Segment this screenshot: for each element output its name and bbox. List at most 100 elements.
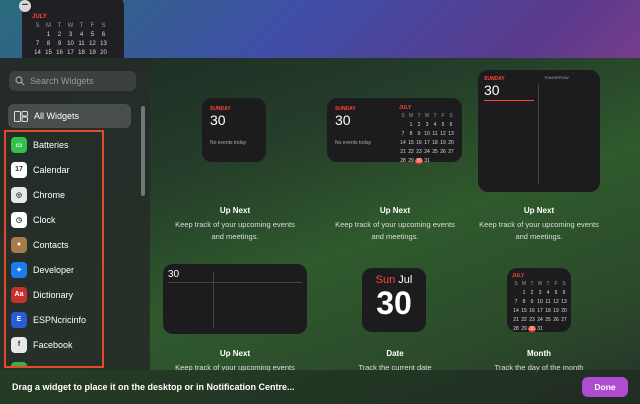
caption-title: Date [386,349,404,358]
calendar-day: 31 [424,158,430,164]
drag-hint: Drag a widget to place it on the desktop… [12,382,295,392]
calendar-day: 11 [78,41,85,47]
calendar-day: 16 [56,50,63,56]
weekday-header: T [79,23,84,29]
done-button[interactable]: Done [582,377,628,397]
sidebar-scrollbar[interactable] [141,106,145,196]
upnext-large-widget[interactable]: SUNDAY 30 TOMORROW [478,70,600,192]
calendar-day: 13 [561,299,567,305]
sidebar-item-contacts[interactable]: ● Contacts [6,232,102,257]
sidebar-item-batteries[interactable]: ▭ Batteries [6,132,102,157]
espncricinfo-app-icon: E [11,311,27,328]
calendar-day: 14 [513,308,519,314]
widget-date: 30 [168,269,180,280]
bottom-bar: Drag a widget to place it on the desktop… [0,370,640,404]
sidebar-item-all-widgets[interactable]: All Widgets [8,104,131,128]
calendar-day: F [441,113,445,119]
widget-gallery: All Widgets ▭ Batteries 17Calendar◎Chrome◷… [0,58,640,404]
sidebar-item-label: Find My [33,365,65,367]
widgets-icon [14,110,28,122]
widget-month: JULY [512,273,525,279]
sidebar-item-espncricinfo[interactable]: E ESPNcricinfo [6,307,102,332]
sidebar-item-clock[interactable]: ◷ Clock [6,207,102,232]
find-my-app-icon: ◉ [11,361,27,366]
calendar-day: 10 [67,41,74,47]
month-widget[interactable]: JULY S M T W T F S 1 2 3 4 5 6 7 8 9 10 11 12 13 14 15 16 17 18 1… [507,268,571,332]
desktop-calendar-grid: S M T W T F S 1 2 3 4 5 6 7 8 9 10 11 12 13 14 15 16 17 18 19 20 [32,23,116,56]
weekday-header: S [101,23,106,29]
calendar-day [431,158,439,164]
caption-title: Up Next [219,206,251,215]
widget-month: JULY [399,105,412,111]
calendar-day: 8 [522,299,526,305]
calendar-day: 8 [409,131,413,137]
sidebar-item-facebook[interactable]: f Facebook [6,332,102,357]
date-number: 30 [376,285,412,321]
calendar-day: 3 [68,32,73,38]
calendar-day: M [408,113,414,119]
calendar-day: 26 [553,317,559,323]
app-list: ▭ Batteries 17 Calendar ◎ Chrome ◷ Clock ● Contac… [4,130,104,368]
calendar-day: 28 [513,326,519,332]
upnext-small-widget[interactable]: SUNDAY 30 No events today [202,98,266,162]
widget-date: 30 [210,112,226,128]
calendar-day: 2 [530,290,534,296]
calendar-day: 9 [530,299,534,305]
calendar-day: 20 [100,50,107,56]
calendar-app-icon: 17 [11,161,27,178]
calendar-day: 12 [440,131,446,137]
widget-note: No events today [210,140,247,146]
batteries-app-icon: ▭ [11,136,27,153]
calendar-day: 29 [521,326,527,332]
calendar-day: 24 [537,317,543,323]
calendar-day: 2 [57,32,62,38]
sidebar-item-label: Batteries [33,139,69,150]
calendar-day: 31 [537,326,543,332]
date-widget[interactable]: Sun Jul 30 [362,268,426,332]
calendar-day: 1 [46,32,51,38]
calendar-day: 30 [528,326,536,332]
sidebar-item-calendar[interactable]: 17 Calendar [6,157,102,182]
caption-desc: Keep track of your upcoming events and m… [479,220,599,241]
search-field[interactable] [9,71,136,91]
calendar-day [544,326,552,332]
sidebar-item-label: Clock [33,214,56,225]
calendar-day: 13 [100,41,107,47]
calendar-day: 2 [417,122,421,128]
calendar-day: 16 [529,308,535,314]
sidebar-item-developer[interactable]: ✦ Developer [6,257,102,282]
caption-upnext-2: Up Next Keep track of your upcoming even… [330,206,460,243]
desktop-calendar-month: JULY [32,14,47,20]
calendar-day: 8 [46,41,51,47]
calendar-day: 29 [408,158,414,164]
calendar-day: 4 [79,32,84,38]
calendar-day: 30 [415,158,423,164]
calendar-day: 21 [513,317,519,323]
calendar-day: 22 [521,317,527,323]
calendar-day: W [537,281,543,287]
calendar-day: 25 [432,149,438,155]
calendar-day: W [424,113,430,119]
sidebar-item-label: Developer [33,264,75,275]
calendar-day: 15 [45,50,52,56]
calendar-day: S [401,113,405,119]
sidebar-item-find-my[interactable]: ◉ Find My [6,357,102,367]
sidebar-item-label: Facebook [33,339,73,350]
mini-calendar-grid: S M T W T F S 1 2 3 4 5 6 7 8 9 10 11 12 13 14 15 16 17 18 19 20 21… [399,113,455,164]
calendar-day: 9 [417,131,421,137]
upnext-medium-widget[interactable]: SUNDAY 30 No events today JULY SMTWTFS12… [327,98,462,164]
dictionary-app-icon: Aa [11,286,27,303]
calendar-day: F [554,281,558,287]
calendar-day: 5 [554,290,558,296]
calendar-day: 19 [553,308,559,314]
calendar-day: 10 [537,299,543,305]
calendar-day: 20 [448,140,454,146]
upnext-xl-widget[interactable]: 30 [163,264,307,334]
calendar-day: S [562,281,566,287]
remove-widget-button[interactable]: − [19,0,31,12]
sidebar-item-dictionary[interactable]: Aa Dictionary [6,282,102,307]
search-input[interactable] [30,76,130,86]
caption-title: Up Next [219,349,251,358]
sidebar-item-chrome[interactable]: ◎ Chrome [6,182,102,207]
weekday-header: T [57,23,62,29]
